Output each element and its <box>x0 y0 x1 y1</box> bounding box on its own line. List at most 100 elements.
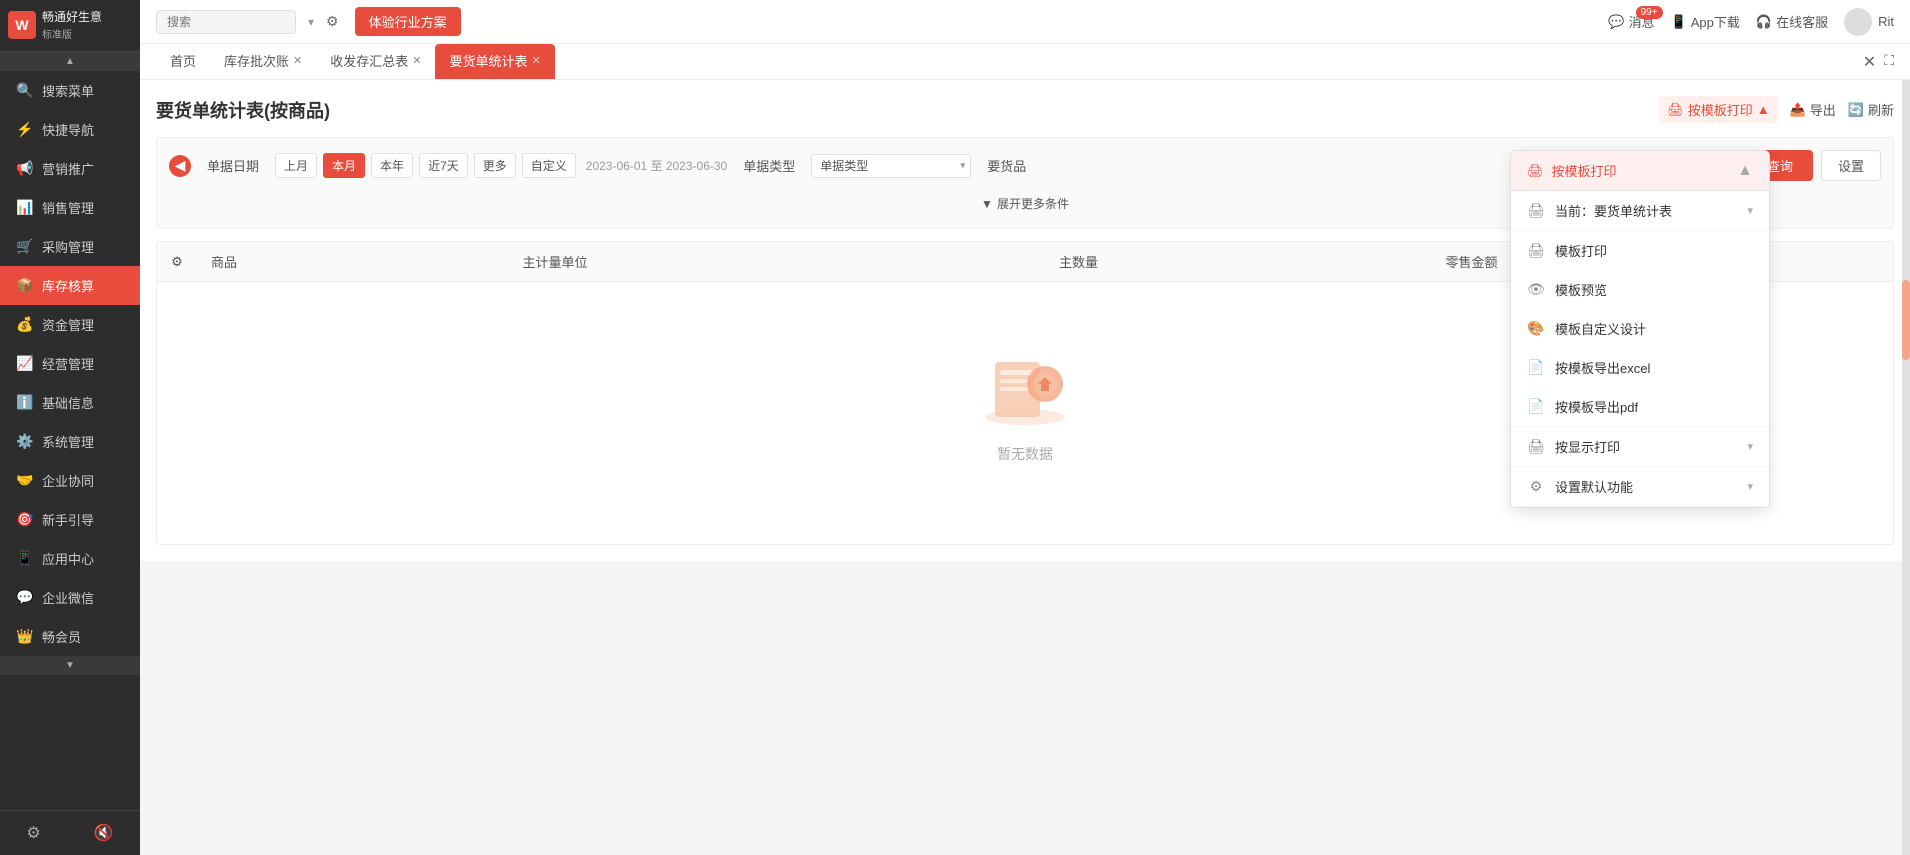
refresh-btn[interactable]: 🔄 刷新 <box>1848 100 1894 119</box>
sidebar-item-finance[interactable]: 💰 资金管理 <box>0 305 140 344</box>
export-btn[interactable]: 📤 导出 <box>1790 100 1836 119</box>
print-template-btn[interactable]: 🖨 按模板打印 ▲ <box>1659 96 1777 123</box>
user-avatar <box>1844 8 1872 36</box>
sidebar-item-search[interactable]: 🔍 搜索菜单 <box>0 71 140 110</box>
sidebar-item-quick-nav[interactable]: ⚡ 快捷导航 <box>0 110 140 149</box>
app-center-icon: 📱 <box>16 550 34 567</box>
date-buttons: 上月 本月 本年 近7天 更多 自定义 2023-06-01 至 2023-06… <box>275 153 727 178</box>
print-template-chevron: ▲ <box>1757 102 1770 117</box>
topbar-app-download[interactable]: 📱 App下载 <box>1671 12 1740 31</box>
topbar-dropdown-btn[interactable]: ▾ <box>308 15 314 29</box>
dropdown-close-btn[interactable]: ▲ <box>1737 162 1753 180</box>
order-goods-label: 要货品 <box>987 156 1026 175</box>
message-badge: 99+ <box>1636 6 1663 19</box>
tab-order-stats[interactable]: 要货单统计表 ✕ <box>435 44 554 79</box>
trial-btn[interactable]: 体验行业方案 <box>355 7 461 36</box>
dropdown-item-template-excel[interactable]: 📄 按模板导出excel <box>1511 348 1769 387</box>
sidebar-item-marketing[interactable]: 📢 营销推广 <box>0 149 140 188</box>
topbar: ▾ ⚙ 体验行业方案 💬 消息 99+ 📱 App下载 🎧 在线客服 Rit <box>140 0 1910 44</box>
dropdown-item-template-preview[interactable]: 👁 模板预览 <box>1511 270 1769 309</box>
tab-order-stats-close[interactable]: ✕ <box>532 54 541 67</box>
expand-icon: ▼ <box>981 197 993 211</box>
tab-batch-account-close[interactable]: ✕ <box>293 54 302 67</box>
sidebar-item-vip[interactable]: 👑 畅会员 <box>0 617 140 656</box>
th-qty: 主数量 <box>1045 242 1432 282</box>
finance-icon: 💰 <box>16 316 34 333</box>
operations-icon: 📈 <box>16 355 34 372</box>
template-custom-icon: 🎨 <box>1527 320 1545 337</box>
tabs-bar: 首页 库存批次账 ✕ 收发存汇总表 ✕ 要货单统计表 ✕ ✕ ⛶ <box>140 44 1910 80</box>
sidebar-scroll-down[interactable]: ▼ <box>0 656 140 675</box>
dropdown-title: 🖨 按模板打印 <box>1527 161 1617 180</box>
sidebar-settings-icon[interactable]: ⚙ <box>18 819 48 847</box>
tab-receipt-summary-close[interactable]: ✕ <box>412 54 421 67</box>
sidebar-item-enterprise[interactable]: 🤝 企业协同 <box>0 461 140 500</box>
column-settings-icon[interactable]: ⚙ <box>171 254 183 269</box>
default-settings-chevron: ▾ <box>1747 480 1753 493</box>
dropdown-display-print-left: 🖨 按显示打印 <box>1527 437 1620 456</box>
tab-receipt-summary[interactable]: 收发存汇总表 ✕ <box>316 44 435 79</box>
empty-illustration <box>975 342 1075 432</box>
tabs-close-all-btn[interactable]: ✕ <box>1863 52 1876 72</box>
topbar-message[interactable]: 💬 消息 99+ <box>1608 12 1654 31</box>
dropdown-current-template[interactable]: 🖨 当前：要货单统计表 ▾ <box>1511 191 1769 230</box>
date-btn-current-month[interactable]: 本月 <box>323 153 365 178</box>
setup-btn[interactable]: 设置 <box>1821 150 1881 181</box>
sidebar-scroll-up[interactable]: ▲ <box>0 52 140 71</box>
vip-icon: 👑 <box>16 628 34 645</box>
date-btn-prev-month[interactable]: 上月 <box>275 153 317 178</box>
refresh-icon: 🔄 <box>1848 102 1864 118</box>
date-btn-current-year[interactable]: 本年 <box>371 153 413 178</box>
tabs-expand-btn[interactable]: ⛶ <box>1884 52 1894 72</box>
dropdown-item-template-print[interactable]: 🖨 模板打印 <box>1511 231 1769 270</box>
default-settings-icon: ⚙ <box>1527 478 1545 495</box>
topbar-search-input[interactable] <box>156 10 296 34</box>
topbar-settings-icon[interactable]: ⚙ <box>326 13 339 30</box>
date-range-display: 2023-06-01 至 2023-06-30 <box>586 157 727 174</box>
dropdown-item-template-custom[interactable]: 🎨 模板自定义设计 <box>1511 309 1769 348</box>
sidebar-item-system[interactable]: ⚙️ 系统管理 <box>0 422 140 461</box>
topbar-online-service[interactable]: 🎧 在线客服 <box>1756 12 1828 31</box>
scrollbar-thumb[interactable] <box>1902 280 1910 360</box>
dropdown-section-display-print: 🖨 按显示打印 ▾ <box>1511 427 1769 467</box>
enterprise-wechat-icon: 💬 <box>16 589 34 606</box>
template-preview-icon: 👁 <box>1527 281 1545 298</box>
sidebar-mute-icon[interactable]: 🔇 <box>86 819 122 847</box>
dropdown-default-settings[interactable]: ⚙ 设置默认功能 ▾ <box>1511 467 1769 506</box>
date-filter-label: 单据日期 <box>207 156 259 175</box>
date-btn-more[interactable]: 更多 <box>474 153 516 178</box>
print-header-icon: 🖨 <box>1527 163 1544 179</box>
logo-icon: W <box>8 11 36 39</box>
sidebar-bottom: ⚙ 🔇 <box>0 810 140 855</box>
sidebar-item-purchase[interactable]: 🛒 采购管理 <box>0 227 140 266</box>
page-title: 要货单统计表(按商品) <box>156 97 330 123</box>
dropdown-item-template-pdf[interactable]: 📄 按模板导出pdf <box>1511 387 1769 426</box>
sidebar-item-inventory[interactable]: 📦 库存核算 <box>0 266 140 305</box>
tab-batch-account[interactable]: 库存批次账 ✕ <box>210 44 316 79</box>
sidebar-item-basic-info[interactable]: ℹ️ 基础信息 <box>0 383 140 422</box>
current-template-chevron: ▾ <box>1747 204 1753 217</box>
dropdown-default-settings-left: ⚙ 设置默认功能 <box>1527 477 1633 496</box>
page-toolbar: 🖨 按模板打印 ▲ 📤 导出 🔄 刷新 <box>1659 96 1894 123</box>
display-print-icon: 🖨 <box>1527 438 1545 455</box>
page-title-row: 要货单统计表(按商品) 🖨 按模板打印 ▲ 📤 导出 🔄 刷新 <box>156 96 1894 123</box>
expand-conditions-btn[interactable]: ▼ 展开更多条件 <box>969 191 1081 216</box>
sidebar-item-enterprise-wechat[interactable]: 💬 企业微信 <box>0 578 140 617</box>
sidebar-item-beginner[interactable]: 🎯 新手引导 <box>0 500 140 539</box>
dropdown-display-print[interactable]: 🖨 按显示打印 ▾ <box>1511 427 1769 466</box>
filter-toggle-btn[interactable]: ◀ <box>169 155 191 177</box>
sidebar-item-sales[interactable]: 📊 销售管理 <box>0 188 140 227</box>
th-setting[interactable]: ⚙ <box>157 242 197 282</box>
date-btn-last-7days[interactable]: 近7天 <box>419 153 468 178</box>
th-goods: 商品 <box>197 242 509 282</box>
export-icon: 📤 <box>1790 102 1806 118</box>
topbar-user[interactable]: Rit <box>1844 8 1894 36</box>
doc-type-select[interactable]: 单据类型 <box>811 154 971 178</box>
right-scrollbar[interactable] <box>1902 80 1910 855</box>
topbar-right: 💬 消息 99+ 📱 App下载 🎧 在线客服 Rit <box>1608 8 1894 36</box>
sidebar-item-operations[interactable]: 📈 经营管理 <box>0 344 140 383</box>
date-btn-custom[interactable]: 自定义 <box>522 153 576 178</box>
tab-home[interactable]: 首页 <box>156 44 210 79</box>
purchase-icon: 🛒 <box>16 238 34 255</box>
sidebar-item-app-center[interactable]: 📱 应用中心 <box>0 539 140 578</box>
